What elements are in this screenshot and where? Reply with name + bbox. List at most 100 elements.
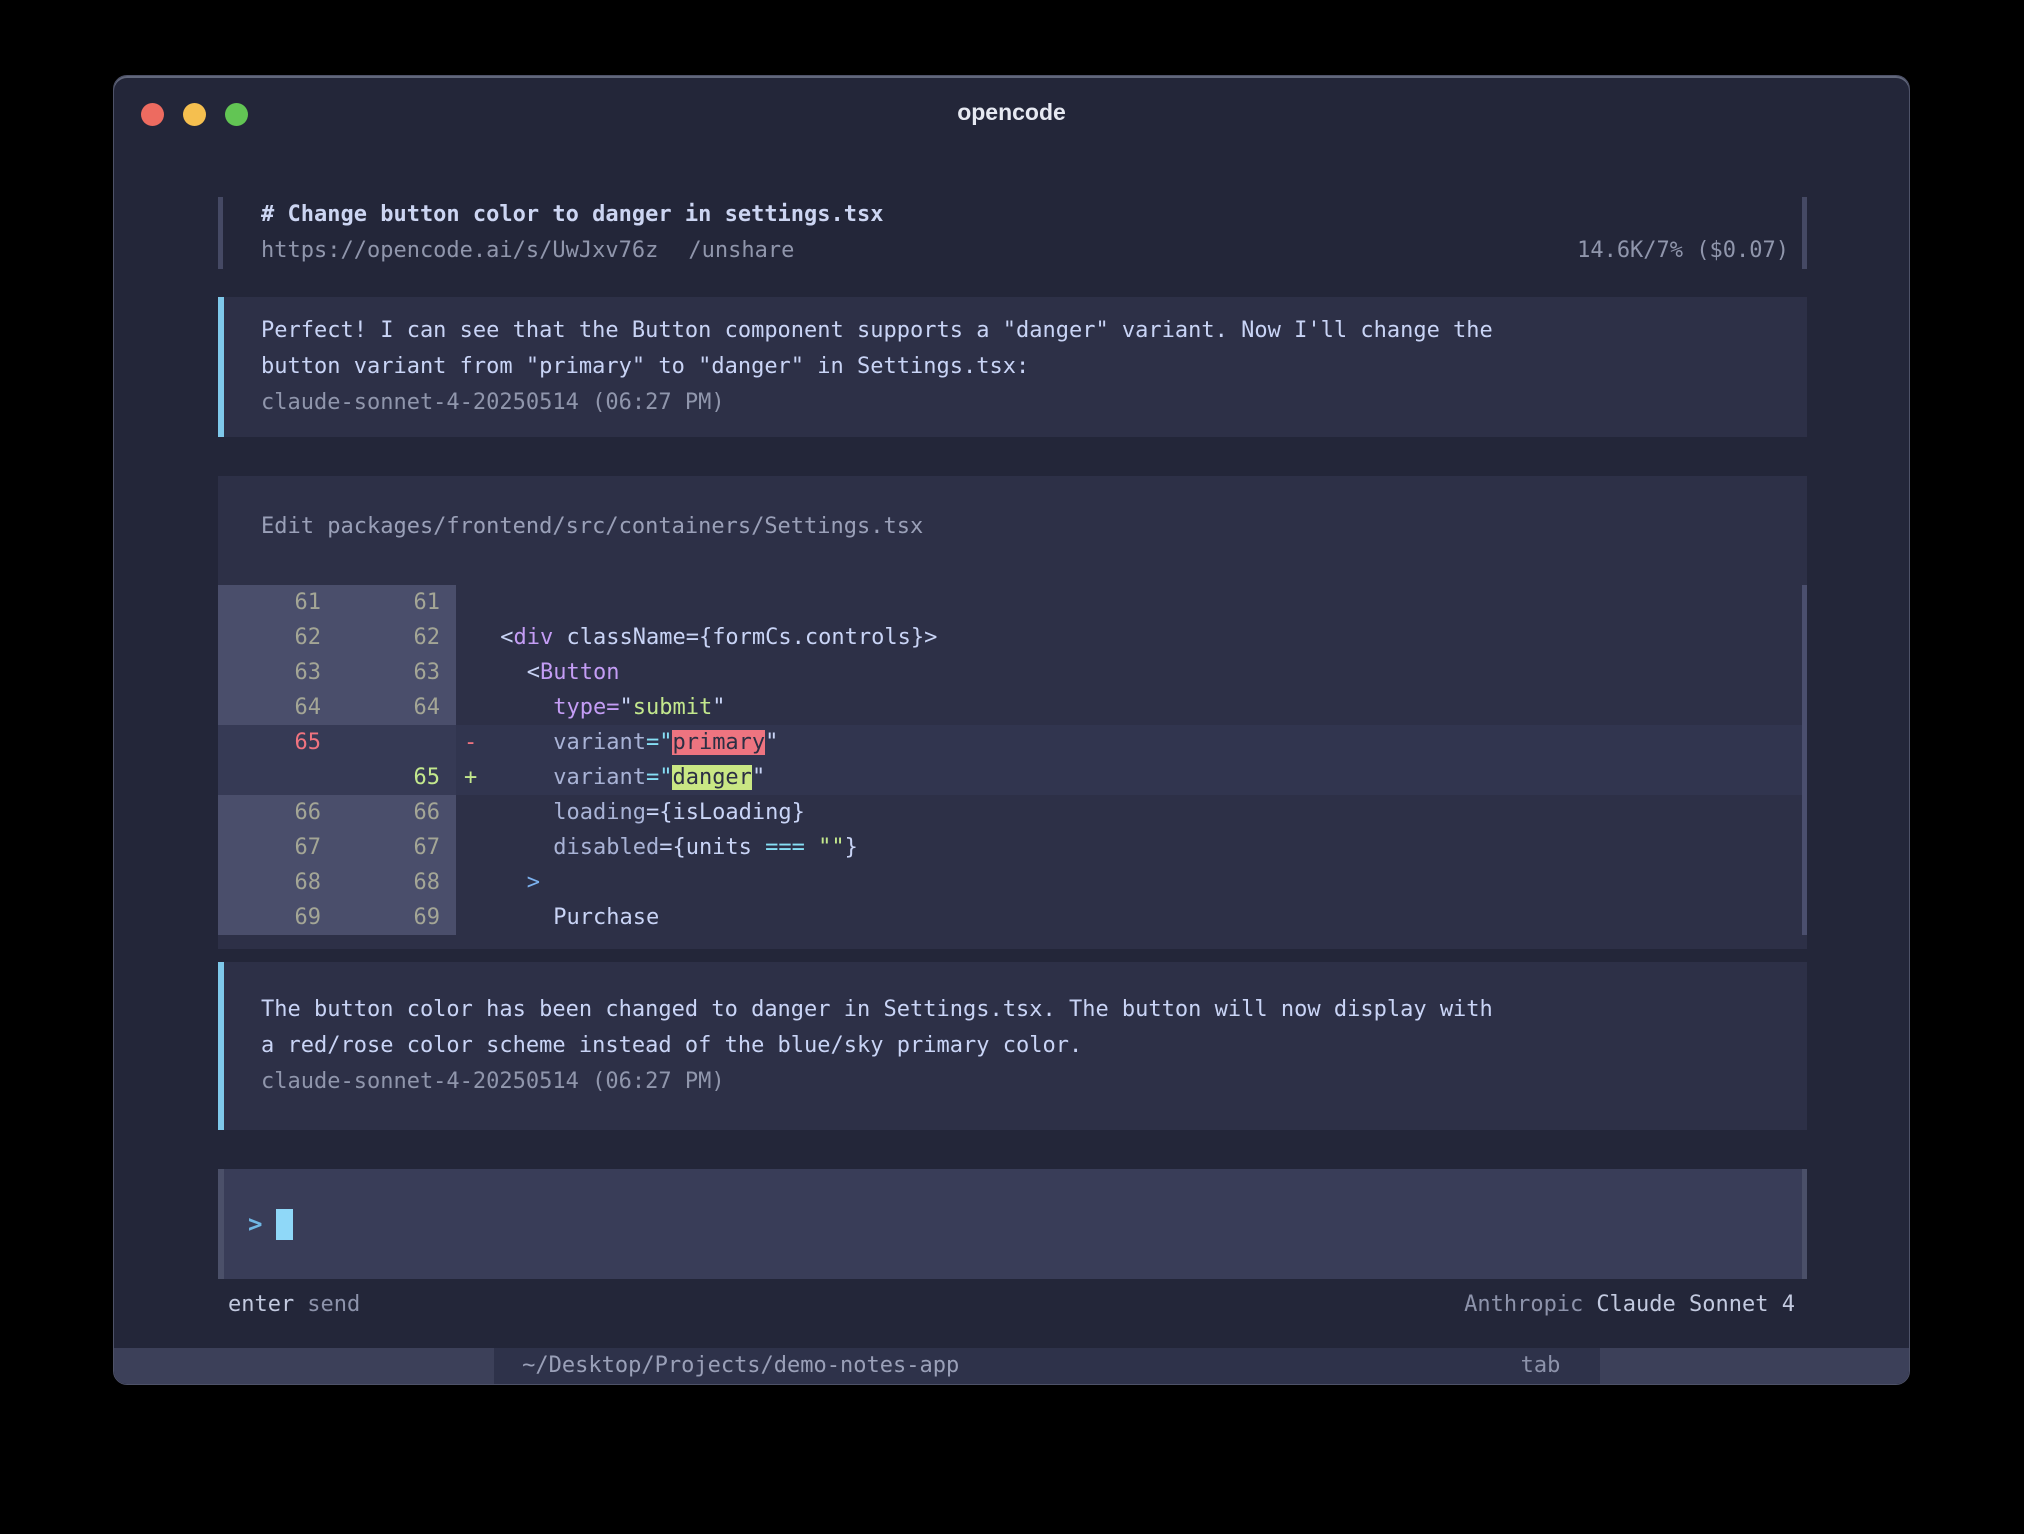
diff-sign: [456, 690, 487, 725]
prompt-input[interactable]: >: [218, 1169, 1807, 1279]
diff-row: 6262 <div className={formCs.controls}>: [218, 620, 1807, 655]
code-line: variant="primary": [487, 725, 778, 760]
diff-scrollbar[interactable]: [1802, 585, 1807, 935]
diff-row: 65+ variant="danger": [218, 760, 1807, 795]
working-directory: ~/Desktop/Projects/demo-notes-app: [522, 1348, 959, 1384]
window-title: opencode: [114, 99, 1909, 126]
diff-sign: [456, 865, 487, 900]
code-token: }: [845, 835, 858, 860]
code-token: variant: [553, 765, 646, 790]
code-token: [487, 870, 527, 895]
unshare-command: /unshare: [688, 238, 794, 263]
code-token: className={formCs.controls}>: [553, 625, 937, 650]
text-cursor: [276, 1209, 293, 1240]
new-line-number: 66: [337, 795, 456, 830]
code-token: =: [606, 695, 619, 720]
old-line-number: 62: [218, 620, 337, 655]
new-line-number: 63: [337, 655, 456, 690]
code-token: ": [765, 730, 778, 755]
header-right-rule: [1802, 197, 1807, 269]
code-token: ": [659, 765, 672, 790]
diff-row: 65- variant="primary": [218, 725, 1807, 760]
code-token: div: [514, 625, 554, 650]
code-token: "": [818, 835, 845, 860]
code-token: >: [527, 870, 540, 895]
code-token: ===: [765, 835, 805, 860]
code-token: ": [752, 765, 765, 790]
code-token: =: [646, 765, 659, 790]
app-version-chip: opencodev0.3.11: [114, 1348, 494, 1384]
old-line-number: 66: [218, 795, 337, 830]
header-left-rule: [218, 197, 223, 269]
model-label: Claude Sonnet 4: [1596, 1292, 1795, 1317]
tab-key-hint[interactable]: tab: [1521, 1348, 1561, 1384]
send-hint: enter send: [228, 1290, 360, 1320]
code-token: disabled: [553, 835, 659, 860]
code-token: variant: [553, 730, 646, 755]
code-token: Purchase: [487, 905, 659, 930]
old-line-number: 69: [218, 900, 337, 935]
old-line-number: 67: [218, 830, 337, 865]
footer-hints: enter send Anthropic Claude Sonnet 4: [218, 1290, 1807, 1320]
code-token: [487, 835, 553, 860]
status-bar: opencodev0.3.11 ~/Desktop/Projects/demo-…: [114, 1348, 1909, 1384]
code-token: [487, 800, 553, 825]
code-token: ": [712, 695, 725, 720]
diff-row: 6161: [218, 585, 1807, 620]
model-timestamp: claude-sonnet-4-20250514 (06:27 PM): [261, 385, 1807, 421]
new-line-number: 69: [337, 900, 456, 935]
new-line-number: 62: [337, 620, 456, 655]
code-token: [487, 765, 553, 790]
prompt-icon: >: [248, 1210, 262, 1238]
code-token: loading: [553, 800, 646, 825]
message-text-line: a red/rose color scheme instead of the b…: [261, 1028, 1807, 1064]
edit-tool-title: Edit packages/frontend/src/containers/Se…: [261, 509, 923, 545]
code-token: <: [487, 660, 540, 685]
code-token: ": [619, 695, 632, 720]
new-line-number: [337, 725, 456, 760]
diff-view: 61616262 <div className={formCs.controls…: [218, 585, 1807, 935]
code-line: loading={isLoading}: [487, 795, 805, 830]
diff-row: 6868 >: [218, 865, 1807, 900]
model-timestamp: claude-sonnet-4-20250514 (06:27 PM): [261, 1064, 1807, 1100]
code-token: submit: [633, 695, 712, 720]
token-usage: 14.6K/7% ($0.07): [1577, 233, 1789, 269]
message-text-line: Perfect! I can see that the Button compo…: [261, 313, 1807, 349]
send-action-label: send: [307, 1292, 360, 1317]
old-line-number: 63: [218, 655, 337, 690]
code-line: >: [487, 865, 540, 900]
status-left: opencodev0.3.11 ~/Desktop/Projects/demo-…: [114, 1348, 959, 1384]
diff-sign: +: [456, 760, 487, 795]
new-line-number: 61: [337, 585, 456, 620]
message-text: Perfect! I can see that the Button compo…: [261, 313, 1807, 385]
diff-sign: [456, 655, 487, 690]
new-line-number: 65: [337, 760, 456, 795]
code-line: type="submit": [487, 690, 725, 725]
share-url[interactable]: https://opencode.ai/s/UwJxv76z: [261, 238, 658, 263]
share-url-group: https://opencode.ai/s/UwJxv76z/unshare: [261, 233, 794, 269]
diff-sign: [456, 620, 487, 655]
message-text-line: The button color has been changed to dan…: [261, 992, 1807, 1028]
code-token: =: [646, 730, 659, 755]
old-line-number: 68: [218, 865, 337, 900]
diff-row: 6464 type="submit": [218, 690, 1807, 725]
assistant-message: The button color has been changed to dan…: [218, 962, 1807, 1130]
mode-chip[interactable]: BUILDMODE: [1600, 1348, 1909, 1384]
code-token: Button: [540, 660, 619, 685]
model-indicator: Anthropic Claude Sonnet 4: [1464, 1290, 1795, 1320]
session-title: # Change button color to danger in setti…: [261, 197, 884, 233]
enter-key-hint: enter: [228, 1292, 294, 1317]
diff-sign: [456, 900, 487, 935]
code-token: type: [553, 695, 606, 720]
code-token: danger: [672, 765, 751, 790]
code-token: ={isLoading}: [646, 800, 805, 825]
code-token: ": [659, 730, 672, 755]
status-right: tab BUILDMODE: [1521, 1348, 1909, 1384]
new-line-number: 64: [337, 690, 456, 725]
code-token: <: [487, 625, 514, 650]
new-line-number: 68: [337, 865, 456, 900]
diff-row: 6666 loading={isLoading}: [218, 795, 1807, 830]
diff-sign: -: [456, 725, 487, 760]
code-line: <Button: [487, 655, 619, 690]
provider-label: Anthropic: [1464, 1292, 1583, 1317]
